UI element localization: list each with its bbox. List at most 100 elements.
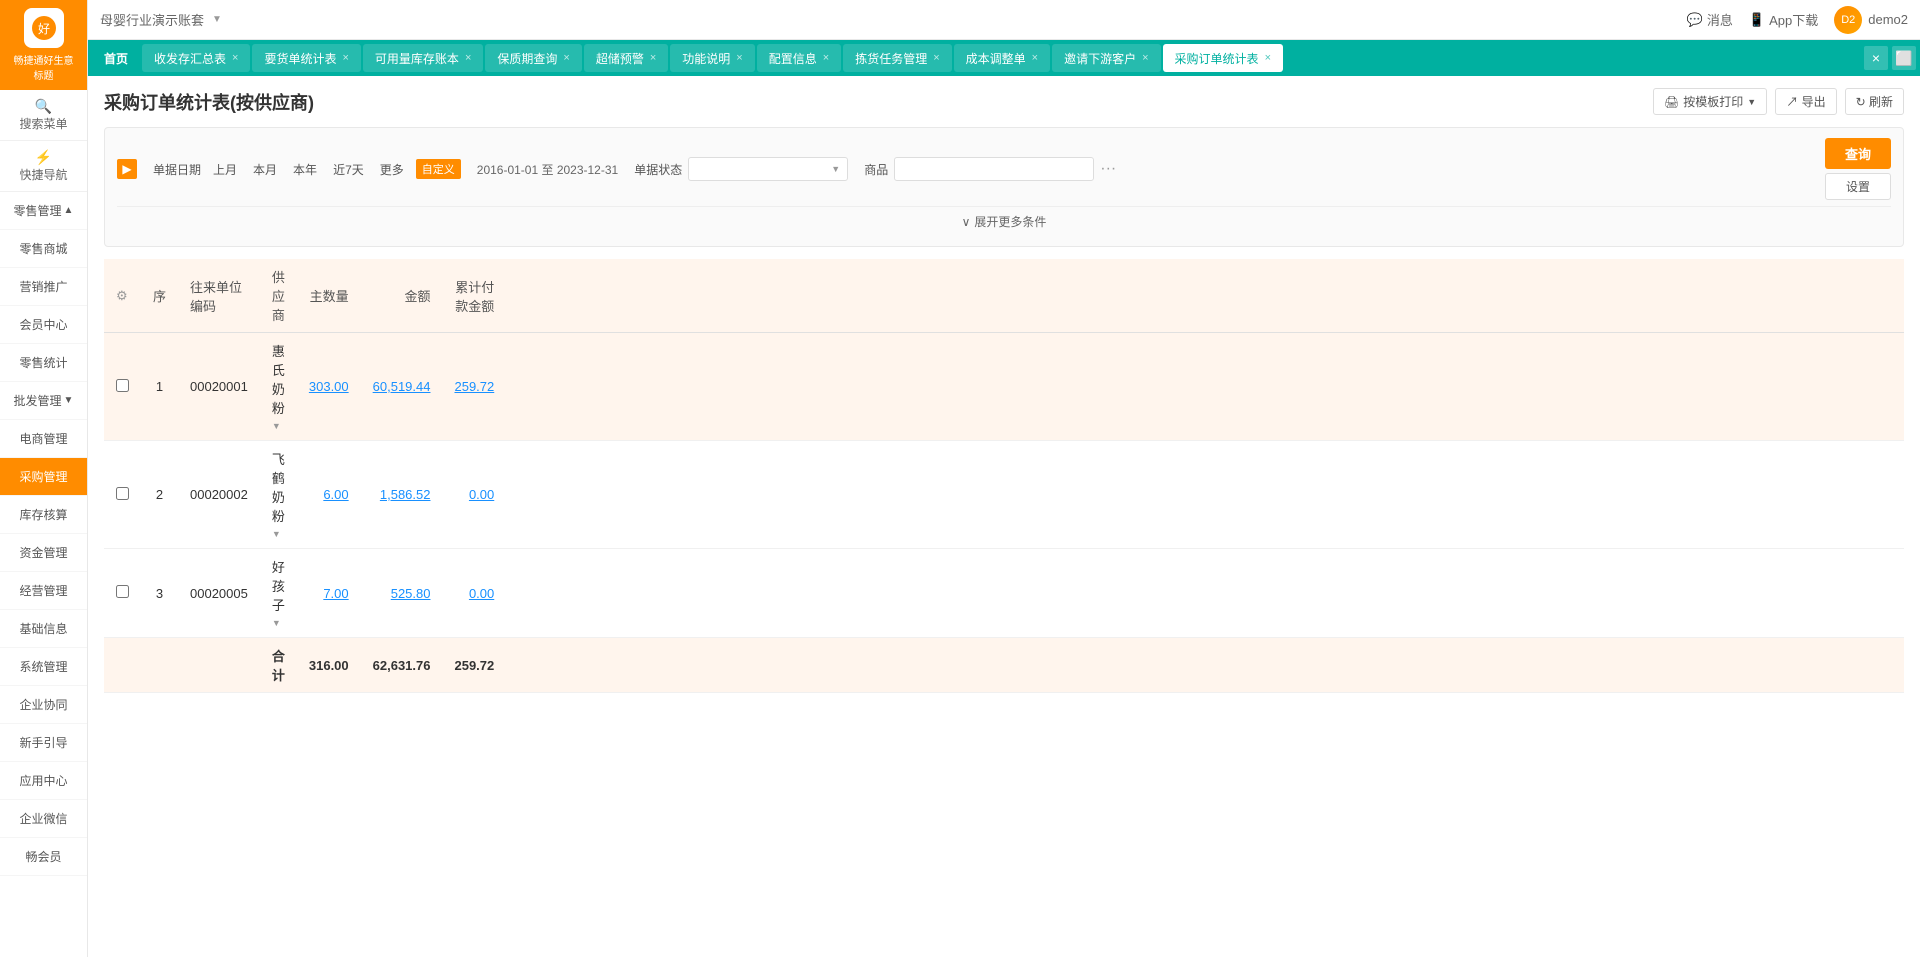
goods-input[interactable] (894, 157, 1094, 181)
amount-link[interactable]: 525.80 (391, 586, 431, 601)
main-content: 母婴行业演示账套 ▼ 💬 消息 📱 App下载 D2 demo2 首页 (88, 0, 1920, 957)
message-icon: 💬 (1687, 12, 1703, 28)
tab-config-info[interactable]: 配置信息 × (757, 44, 841, 72)
sidebar-item-inventory[interactable]: 库存核算 (0, 496, 87, 534)
close-icon[interactable]: × (342, 52, 348, 64)
amount-link[interactable]: 60,519.44 (373, 379, 431, 394)
close-icon[interactable]: × (232, 52, 238, 64)
checkbox-input[interactable] (116, 585, 129, 598)
template-print-btn[interactable]: 🖨 按模板打印 ▼ (1653, 88, 1767, 115)
refresh-btn[interactable]: ↻ 刷新 (1845, 88, 1904, 115)
more-options-icon[interactable]: ··· (1100, 160, 1116, 178)
printer-icon: 🖨 (1664, 95, 1679, 109)
row-checkbox[interactable] (104, 333, 141, 441)
row-amount: 525.80 (361, 549, 443, 638)
close-icon[interactable]: × (736, 52, 742, 64)
shortcut-this-year[interactable]: 本年 (287, 159, 323, 180)
shortcut-last-month[interactable]: 上月 (207, 159, 243, 180)
th-supplier: 供应商 (260, 259, 297, 333)
chevron-down-icon: ▼ (64, 395, 74, 406)
sidebar-item-operations[interactable]: 经营管理 (0, 572, 87, 610)
shortcut-7days[interactable]: 近7天 (327, 159, 370, 180)
row-checkbox[interactable] (104, 549, 141, 638)
chevron-down-icon: ▲ (64, 205, 74, 216)
filter-bar: ▶ 单据日期 上月 本月 本年 近7天 更多 自定义 2016-01-01 至 … (104, 127, 1904, 247)
sidebar-item-retail-mall[interactable]: 零售商城 (0, 230, 87, 268)
sidebar-item-guide[interactable]: 新手引导 (0, 724, 87, 762)
sidebar-search[interactable]: 🔍 搜索菜单 (0, 90, 87, 141)
shortcut-this-month[interactable]: 本月 (247, 159, 283, 180)
amount-link[interactable]: 1,586.52 (380, 487, 431, 502)
tab-maximize-btn[interactable]: ⬜ (1892, 46, 1916, 70)
close-icon[interactable]: × (933, 52, 939, 64)
paid-link[interactable]: 0.00 (469, 586, 494, 601)
qty-link[interactable]: 7.00 (323, 586, 348, 601)
th-num: 序 (141, 259, 178, 333)
sidebar-item-member[interactable]: 会员中心 (0, 306, 87, 344)
close-icon[interactable]: × (563, 52, 569, 64)
tab-pick-task[interactable]: 拣货任务管理 × (843, 44, 951, 72)
status-filter-label: 单据状态 (634, 161, 682, 178)
shortcut-more[interactable]: 更多 (374, 159, 410, 180)
row-supplier[interactable]: 飞鹤奶粉 ▼ (260, 441, 297, 549)
tab-close-all-btn[interactable]: × (1864, 46, 1888, 70)
svg-text:好: 好 (37, 22, 49, 36)
expand-conditions-btn[interactable]: ∨ 展开更多条件 (117, 206, 1891, 236)
tab-purchase-order-stats[interactable]: 采购订单统计表 × (1163, 44, 1283, 72)
sidebar-item-enterprise-wechat[interactable]: 企业微信 (0, 800, 87, 838)
qty-link[interactable]: 6.00 (323, 487, 348, 502)
checkbox-input[interactable] (116, 379, 129, 392)
sidebar-item-ecommerce[interactable]: 电商管理 (0, 420, 87, 458)
row-supplier[interactable]: 惠氏奶粉 ▼ (260, 333, 297, 441)
tab-expiry-query[interactable]: 保质期查询 × (485, 44, 581, 72)
checkbox-input[interactable] (116, 487, 129, 500)
settings-btn[interactable]: 设置 (1825, 173, 1891, 200)
close-icon[interactable]: × (1265, 52, 1271, 64)
close-icon[interactable]: × (1142, 52, 1148, 64)
sidebar-item-basic-info[interactable]: 基础信息 (0, 610, 87, 648)
tab-feature-desc[interactable]: 功能说明 × (670, 44, 754, 72)
row-supplier[interactable]: 好孩子 ▼ (260, 549, 297, 638)
th-code: 往来单位编码 (178, 259, 260, 333)
row-paid: 259.72 (442, 333, 506, 441)
sidebar-item-member-vip[interactable]: 畅会员 (0, 838, 87, 876)
close-icon[interactable]: × (465, 52, 471, 64)
close-icon[interactable]: × (1032, 52, 1038, 64)
paid-link[interactable]: 259.72 (454, 379, 494, 394)
tab-invite-downstream[interactable]: 邀请下游客户 × (1052, 44, 1160, 72)
tab-available-stock[interactable]: 可用量库存账本 × (363, 44, 483, 72)
tab-overstock-warning[interactable]: 超储预警 × (584, 44, 668, 72)
company-dropdown-label[interactable]: 母婴行业演示账套 (100, 10, 204, 29)
sidebar-item-app-center[interactable]: 应用中心 (0, 762, 87, 800)
sidebar-item-finance[interactable]: 资金管理 (0, 534, 87, 572)
sidebar-item-retail-stats[interactable]: 零售统计 (0, 344, 87, 382)
custom-date-badge[interactable]: 自定义 (416, 159, 461, 179)
sidebar-item-enterprise-collab[interactable]: 企业协同 (0, 686, 87, 724)
filter-toggle-btn[interactable]: ▶ (117, 159, 137, 179)
tab-cost-adjust[interactable]: 成本调整单 × (954, 44, 1050, 72)
row-amount: 60,519.44 (361, 333, 443, 441)
gear-icon[interactable]: ⚙ (116, 288, 128, 303)
sidebar-item-marketing[interactable]: 营销推广 (0, 268, 87, 306)
tab-order-stats[interactable]: 要货单统计表 × (252, 44, 360, 72)
sidebar-item-purchase-mgmt[interactable]: 采购管理 (0, 458, 87, 496)
table-row: 1 00020001 惠氏奶粉 ▼ 303.00 60,519.44 259.7… (104, 333, 1904, 441)
sidebar-item-wholesale-mgmt[interactable]: 批发管理 ▼ (0, 382, 87, 420)
search-btn[interactable]: 查询 (1825, 138, 1891, 169)
sidebar-quick-nav[interactable]: ⚡ 快捷导航 (0, 141, 87, 192)
export-btn[interactable]: ↗ 导出 (1775, 88, 1836, 115)
qty-link[interactable]: 303.00 (309, 379, 349, 394)
sidebar-item-retail-mgmt[interactable]: 零售管理 ▲ (0, 192, 87, 230)
tab-home[interactable]: 首页 (92, 44, 140, 72)
message-btn[interactable]: 💬 消息 (1687, 10, 1733, 29)
app-download-btn[interactable]: 📱 App下载 (1749, 10, 1818, 29)
user-info[interactable]: D2 demo2 (1834, 6, 1908, 34)
row-checkbox[interactable] (104, 441, 141, 549)
tab-inventory-summary[interactable]: 收发存汇总表 × (142, 44, 250, 72)
page-content: 采购订单统计表(按供应商) 🖨 按模板打印 ▼ ↗ 导出 ↻ 刷新 (88, 76, 1920, 957)
paid-link[interactable]: 0.00 (469, 487, 494, 502)
close-icon[interactable]: × (823, 52, 829, 64)
close-icon[interactable]: × (650, 52, 656, 64)
status-select[interactable] (688, 157, 848, 181)
sidebar-item-system[interactable]: 系统管理 (0, 648, 87, 686)
